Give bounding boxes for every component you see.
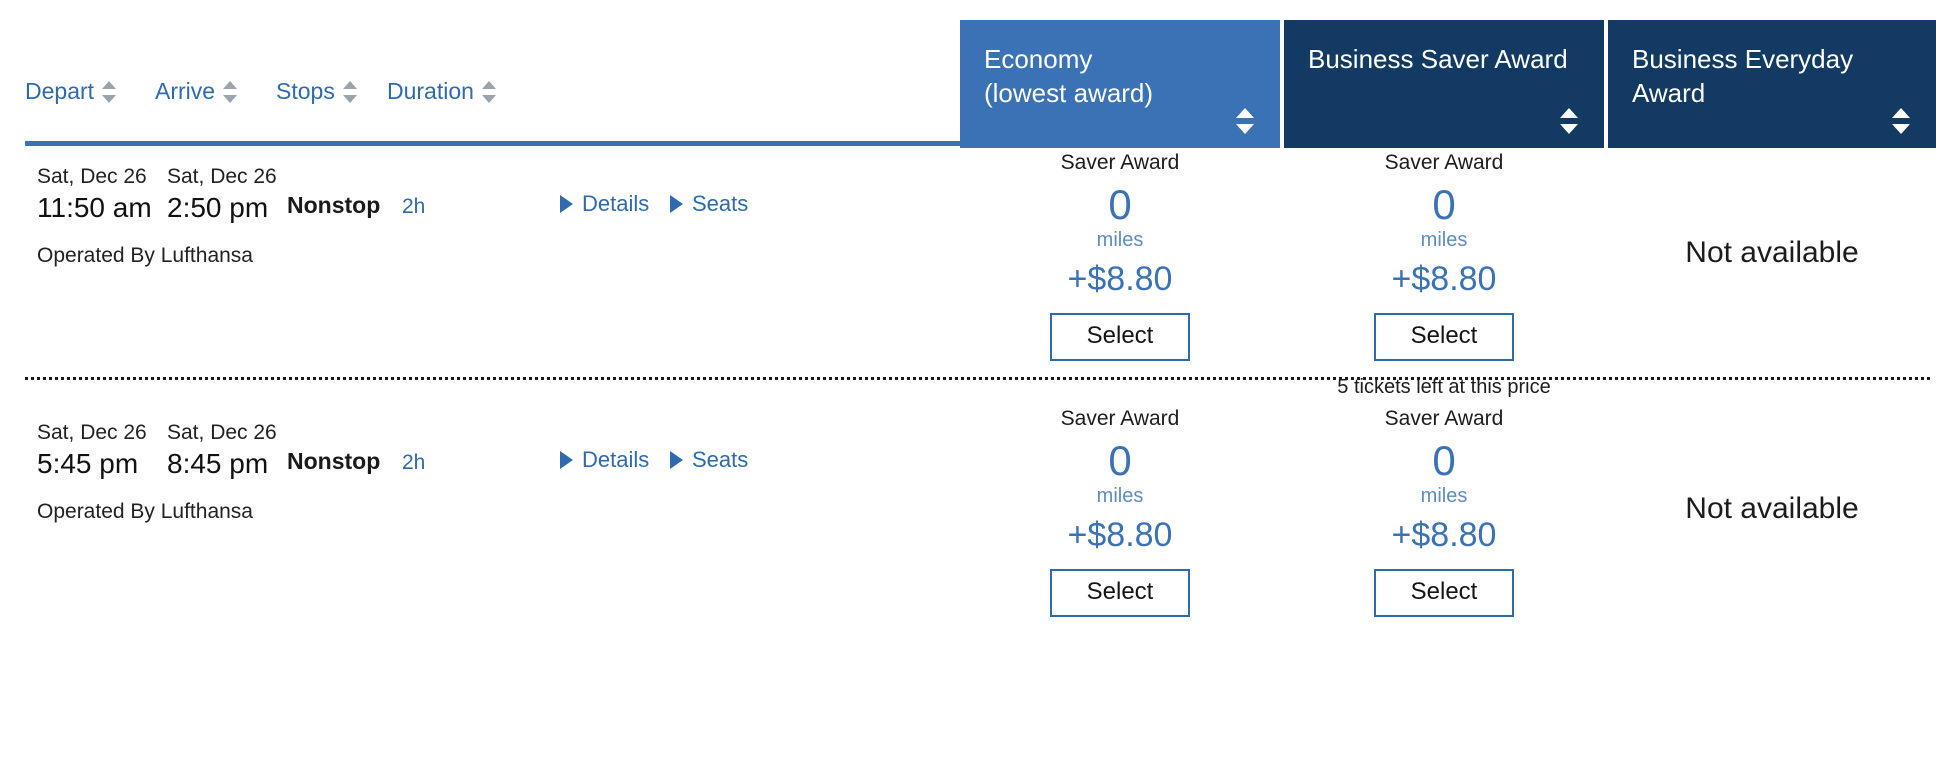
select-button[interactable]: Select [1050, 313, 1190, 361]
fare-kind-label: Saver Award [1060, 151, 1180, 174]
caret-right-icon [560, 451, 573, 469]
fare-kind-label: Saver Award [1060, 407, 1180, 430]
sort-updown-icon[interactable] [1236, 108, 1254, 134]
sort-column-stops[interactable]: Stops [276, 78, 387, 105]
fare-cell-business-everyday: Not available [1608, 406, 1936, 527]
fare-cell-economy: Saver Award 0 miles +$8.80 Select [960, 406, 1280, 617]
sort-column-duration[interactable]: Duration [387, 78, 527, 105]
sort-header-row: Depart Arrive Stops Duration [25, 78, 527, 124]
fare-miles-amount: 0 [1432, 181, 1456, 228]
fare-miles-amount: 0 [1108, 181, 1132, 228]
fare-miles-unit: miles [1420, 485, 1468, 507]
fare-miles-amount: 0 [1432, 437, 1456, 484]
arrive-date: Sat, Dec 26 [167, 165, 277, 188]
sort-updown-icon[interactable] [1560, 108, 1578, 134]
details-link-label: Details [582, 191, 650, 216]
flight-row: Sat, Dec 26 5:45 pm Sat, Dec 26 8:45 pm … [0, 406, 1936, 633]
fare-cash-price: +$8.80 [1391, 260, 1497, 298]
details-link-label: Details [582, 447, 650, 472]
fare-tab-economy[interactable]: Economy (lowest award) [960, 20, 1280, 148]
details-link[interactable]: Details [560, 447, 649, 473]
sort-updown-icon[interactable] [223, 80, 238, 103]
fare-cell-economy: Saver Award 0 miles +$8.80 Select [960, 150, 1280, 361]
arrive-time: 8:45 pm [167, 448, 269, 479]
operated-by-text: Operated By Lufthansa [37, 244, 253, 267]
fare-unavailable-label: Not available [1685, 236, 1859, 269]
sort-updown-icon[interactable] [481, 80, 496, 103]
depart-date: Sat, Dec 26 [37, 421, 147, 444]
fare-unavailable-label: Not available [1685, 492, 1859, 525]
flight-results-table: Economy (lowest award) Business Saver Aw… [0, 0, 1936, 766]
caret-right-icon [560, 195, 573, 213]
fare-miles-amount: 0 [1108, 437, 1132, 484]
fare-cell-business-saver: Saver Award 0 miles +$8.80 Select 5 tick… [1284, 150, 1604, 399]
fare-kind-label: Saver Award [1384, 407, 1504, 430]
caret-right-icon [670, 451, 683, 469]
details-link[interactable]: Details [560, 191, 649, 217]
sort-updown-icon[interactable] [1892, 108, 1910, 134]
fare-tab-business-everyday-award[interactable]: Business Everyday Award [1608, 20, 1936, 148]
header-underline-rule [25, 141, 960, 146]
sort-column-arrive-label: Arrive [155, 78, 216, 104]
fare-cash-price: +$8.80 [1067, 516, 1173, 554]
fare-tab-business-saver-award-label: Business Saver Award [1308, 44, 1568, 74]
arrive-date: Sat, Dec 26 [167, 421, 277, 444]
fare-cell-business-everyday: Not available [1608, 150, 1936, 271]
duration-cell: 2h [402, 451, 426, 474]
seats-link-label: Seats [692, 191, 749, 216]
fare-tab-economy-label: Economy (lowest award) [984, 44, 1154, 108]
select-button[interactable]: Select [1374, 569, 1514, 617]
fare-miles-unit: miles [1420, 229, 1468, 251]
arrive-time: 2:50 pm [167, 192, 269, 223]
depart-cell: Sat, Dec 26 5:45 pm [37, 420, 147, 482]
fare-tab-business-everyday-award-label: Business Everyday Award [1632, 44, 1854, 108]
fare-cash-price: +$8.80 [1391, 516, 1497, 554]
flight-row: Sat, Dec 26 11:50 am Sat, Dec 26 2:50 pm… [0, 150, 1936, 398]
sort-column-duration-label: Duration [387, 78, 474, 104]
sort-column-arrive[interactable]: Arrive [155, 78, 276, 105]
fare-cell-business-saver: Saver Award 0 miles +$8.80 Select [1284, 406, 1604, 617]
arrive-cell: Sat, Dec 26 2:50 pm [167, 164, 277, 226]
depart-date: Sat, Dec 26 [37, 165, 147, 188]
seats-link[interactable]: Seats [670, 191, 748, 217]
sort-updown-icon[interactable] [102, 80, 117, 103]
sort-column-depart-label: Depart [25, 78, 95, 104]
row-separator [25, 377, 1930, 380]
stops-cell: Nonstop [287, 192, 381, 218]
fare-class-tab-strip: Economy (lowest award) Business Saver Aw… [960, 20, 1936, 148]
depart-cell: Sat, Dec 26 11:50 am [37, 164, 152, 226]
select-button[interactable]: Select [1374, 313, 1514, 361]
seats-link-label: Seats [692, 447, 749, 472]
caret-right-icon [670, 195, 683, 213]
fare-tab-business-saver-award[interactable]: Business Saver Award [1284, 20, 1604, 148]
depart-time: 5:45 pm [37, 448, 139, 479]
seats-link[interactable]: Seats [670, 447, 748, 473]
select-button[interactable]: Select [1050, 569, 1190, 617]
fare-miles-unit: miles [1096, 485, 1144, 507]
fare-kind-label: Saver Award [1384, 151, 1504, 174]
fare-cash-price: +$8.80 [1067, 260, 1173, 298]
sort-column-depart[interactable]: Depart [25, 78, 155, 105]
arrive-cell: Sat, Dec 26 8:45 pm [167, 420, 277, 482]
depart-time: 11:50 am [37, 192, 152, 223]
stops-cell: Nonstop [287, 448, 381, 474]
operated-by-text: Operated By Lufthansa [37, 500, 253, 523]
fare-miles-unit: miles [1096, 229, 1144, 251]
sort-updown-icon[interactable] [342, 80, 357, 103]
sort-column-stops-label: Stops [276, 78, 335, 104]
duration-cell: 2h [402, 195, 426, 218]
